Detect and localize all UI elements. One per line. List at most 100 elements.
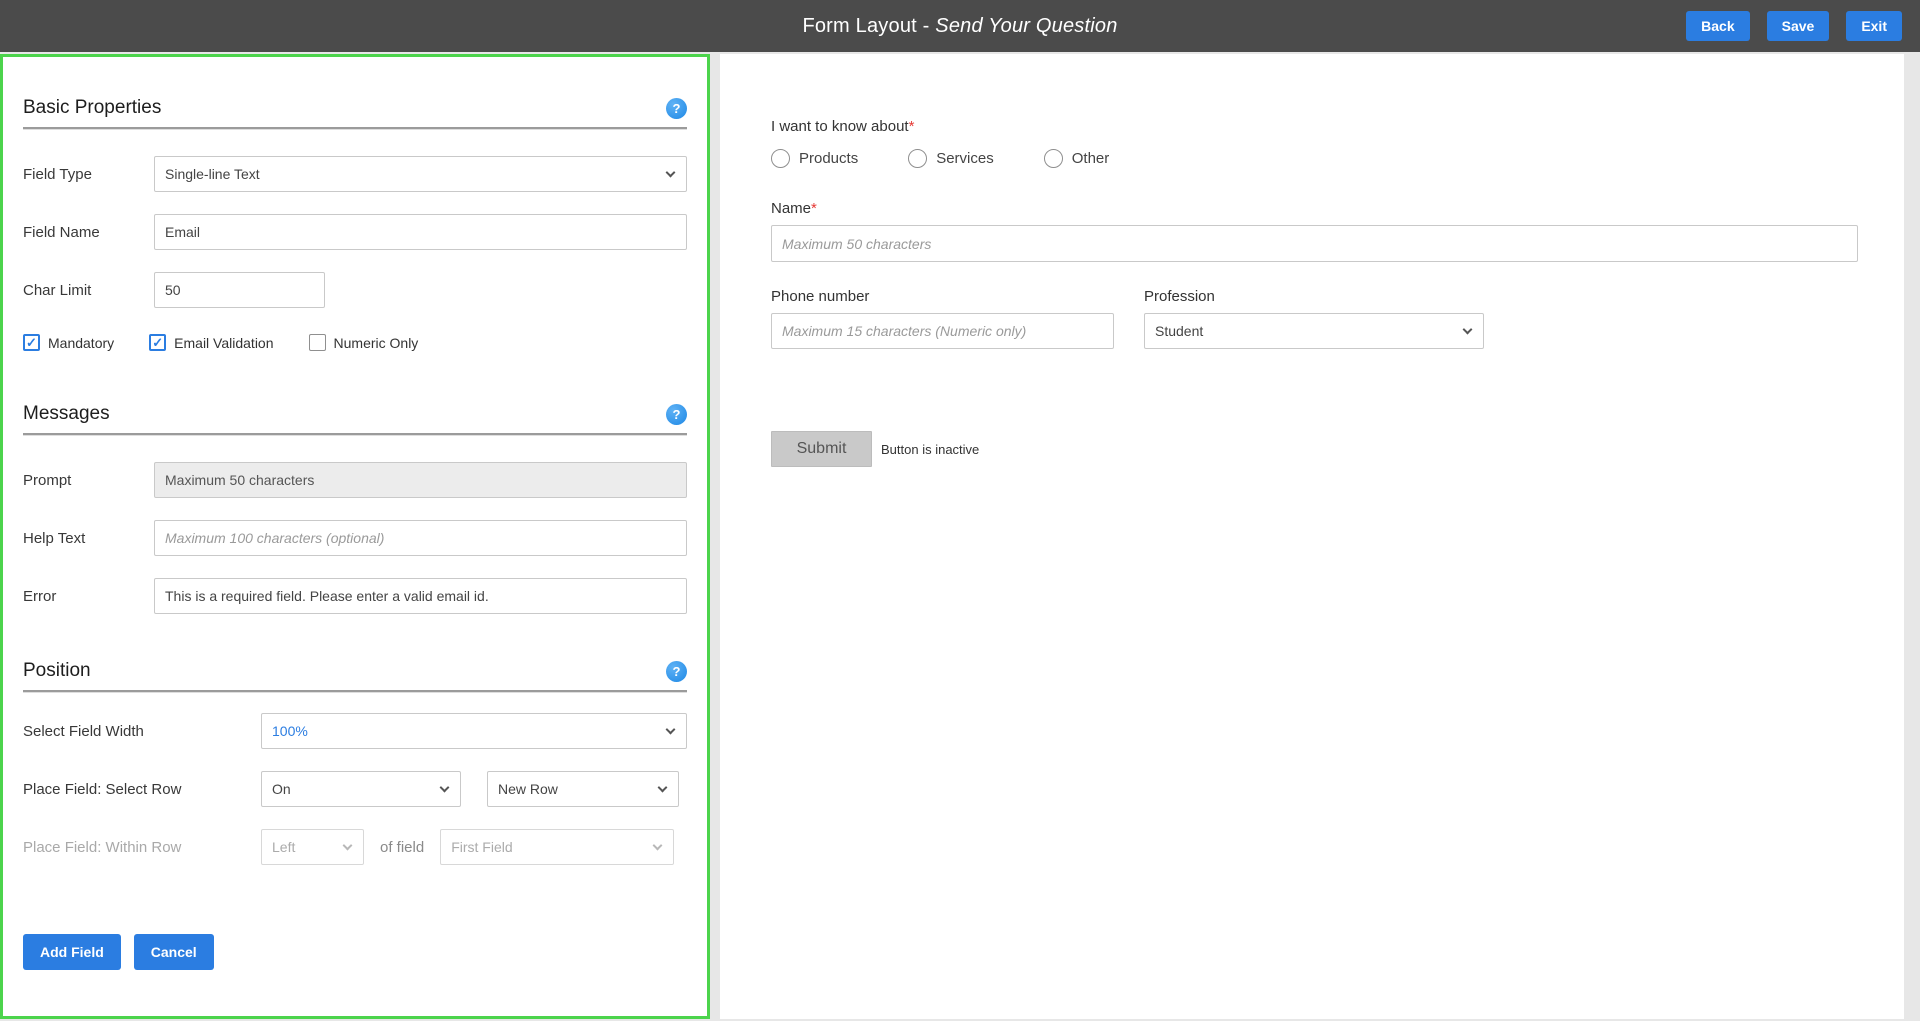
- submit-inactive-note: Button is inactive: [881, 441, 980, 457]
- within-row-connector-text: of field: [380, 838, 425, 856]
- page-title-prefix: Form Layout -: [802, 14, 930, 37]
- page-title-form-name: Send Your Question: [935, 14, 1118, 37]
- within-row-field-value: First Field: [451, 839, 513, 855]
- row-target-value: New Row: [498, 781, 558, 797]
- chevron-down-icon: [657, 782, 668, 792]
- help-text-input[interactable]: [154, 520, 687, 556]
- chevron-down-icon: [665, 724, 676, 734]
- radio-other-label: Other: [1071, 150, 1110, 167]
- place-row-label: Place Field: Select Row: [23, 780, 182, 798]
- field-type-label: Field Type: [23, 165, 92, 183]
- phone-label: Phone number: [771, 288, 870, 305]
- name-label-text: Name: [771, 200, 812, 217]
- row-target-select[interactable]: New Row: [487, 771, 679, 807]
- field-type-select[interactable]: Single-line Text: [154, 156, 687, 192]
- row-position-select[interactable]: On: [261, 771, 461, 807]
- help-icon[interactable]: ?: [666, 660, 687, 682]
- save-button[interactable]: Save: [1766, 11, 1830, 41]
- required-asterisk: *: [908, 118, 915, 135]
- help-text-row: Help Text: [23, 520, 687, 556]
- email-validation-checkbox-label: Email Validation: [174, 334, 274, 351]
- mandatory-checkbox[interactable]: Mandatory: [23, 334, 114, 351]
- editor-action-buttons: Add Field Cancel: [23, 934, 214, 970]
- section-divider: [23, 690, 687, 693]
- field-name-label: Field Name: [23, 223, 100, 241]
- back-button[interactable]: Back: [1686, 11, 1750, 41]
- radio-services[interactable]: Services: [908, 149, 994, 168]
- form-preview-panel: I want to know about* Products Services …: [720, 54, 1904, 1019]
- char-limit-input[interactable]: [154, 272, 325, 308]
- section-title-basic-properties: Basic Properties: [23, 97, 162, 118]
- place-row: Place Field: Select Row On New Row: [23, 771, 687, 807]
- help-icon[interactable]: ?: [666, 403, 687, 425]
- field-width-value: 100%: [272, 723, 308, 739]
- page-title: Form Layout - Send Your Question: [802, 15, 1117, 38]
- header-buttons: Back Save Exit: [1686, 11, 1920, 41]
- section-title-position: Position: [23, 660, 91, 681]
- field-type-row: Field Type Single-line Text: [23, 156, 687, 192]
- profession-select[interactable]: Student: [1144, 313, 1484, 349]
- header: Form Layout - Send Your Question Back Sa…: [0, 0, 1920, 52]
- radio-other[interactable]: Other: [1043, 149, 1110, 168]
- radio-products[interactable]: Products: [771, 149, 858, 168]
- add-field-button[interactable]: Add Field: [23, 934, 121, 970]
- profession-value: Student: [1155, 323, 1204, 339]
- radio-products-label: Products: [799, 150, 859, 167]
- validation-checkbox-row: Mandatory Email Validation Numeric Only: [23, 334, 687, 351]
- radio-services-label: Services: [936, 150, 994, 167]
- prompt-label: Prompt: [23, 471, 72, 489]
- phone-profession-row: Phone number Profession Student: [771, 288, 1904, 349]
- chevron-down-icon: [439, 782, 450, 792]
- field-width-row: Select Field Width 100%: [23, 713, 687, 749]
- chevron-down-icon: [1462, 324, 1473, 334]
- submit-button[interactable]: Submit: [771, 431, 872, 467]
- email-validation-checkbox[interactable]: Email Validation: [149, 334, 274, 351]
- within-row-label: Place Field: Within Row: [23, 838, 182, 856]
- cancel-button[interactable]: Cancel: [133, 934, 214, 970]
- field-name-input[interactable]: [154, 214, 687, 250]
- prompt-row: Prompt: [23, 462, 687, 498]
- checkbox-icon[interactable]: [308, 334, 326, 351]
- exit-button[interactable]: Exit: [1846, 11, 1902, 41]
- section-divider: [23, 127, 687, 130]
- row-position-value: On: [272, 781, 291, 797]
- within-row-side-value: Left: [272, 839, 296, 855]
- error-row: Error: [23, 578, 687, 614]
- section-title-messages: Messages: [23, 403, 110, 424]
- help-icon[interactable]: ?: [666, 97, 687, 119]
- name-label: Name*: [771, 200, 1904, 217]
- error-input[interactable]: [154, 578, 687, 614]
- field-name-row: Field Name: [23, 214, 687, 250]
- radio-icon[interactable]: [771, 149, 790, 168]
- radio-icon[interactable]: [908, 149, 928, 168]
- field-width-select[interactable]: 100%: [261, 713, 687, 749]
- mandatory-checkbox-label: Mandatory: [48, 334, 115, 351]
- chevron-down-icon: [652, 840, 663, 850]
- chevron-down-icon: [342, 840, 353, 850]
- know-about-label-text: I want to know about: [771, 118, 909, 135]
- field-type-value: Single-line Text: [165, 166, 260, 182]
- required-asterisk: *: [811, 200, 817, 217]
- chevron-down-icon: [665, 167, 676, 177]
- numeric-only-checkbox[interactable]: Numeric Only: [308, 334, 419, 351]
- prompt-input: [154, 462, 687, 498]
- submit-row: Submit Button is inactive: [771, 431, 1904, 467]
- position-section-header: Position ?: [23, 660, 687, 682]
- section-divider: [23, 433, 687, 436]
- phone-input[interactable]: [771, 313, 1114, 349]
- field-width-label: Select Field Width: [23, 722, 144, 740]
- field-editor-panel: Basic Properties ? Field Type Single-lin…: [0, 54, 710, 1019]
- within-row-side-select: Left: [261, 829, 364, 865]
- help-text-label: Help Text: [23, 529, 86, 547]
- error-label: Error: [23, 587, 57, 605]
- know-about-options: Products Services Other: [771, 149, 1904, 168]
- radio-icon[interactable]: [1043, 149, 1063, 168]
- numeric-only-checkbox-label: Numeric Only: [333, 334, 419, 351]
- name-input[interactable]: [771, 225, 1858, 262]
- checkbox-icon[interactable]: [149, 334, 167, 351]
- char-limit-label: Char Limit: [23, 281, 92, 299]
- char-limit-row: Char Limit: [23, 272, 687, 308]
- checkbox-icon[interactable]: [23, 334, 40, 351]
- within-row-field-select: First Field: [440, 829, 675, 865]
- basic-properties-section-header: Basic Properties ?: [23, 97, 687, 119]
